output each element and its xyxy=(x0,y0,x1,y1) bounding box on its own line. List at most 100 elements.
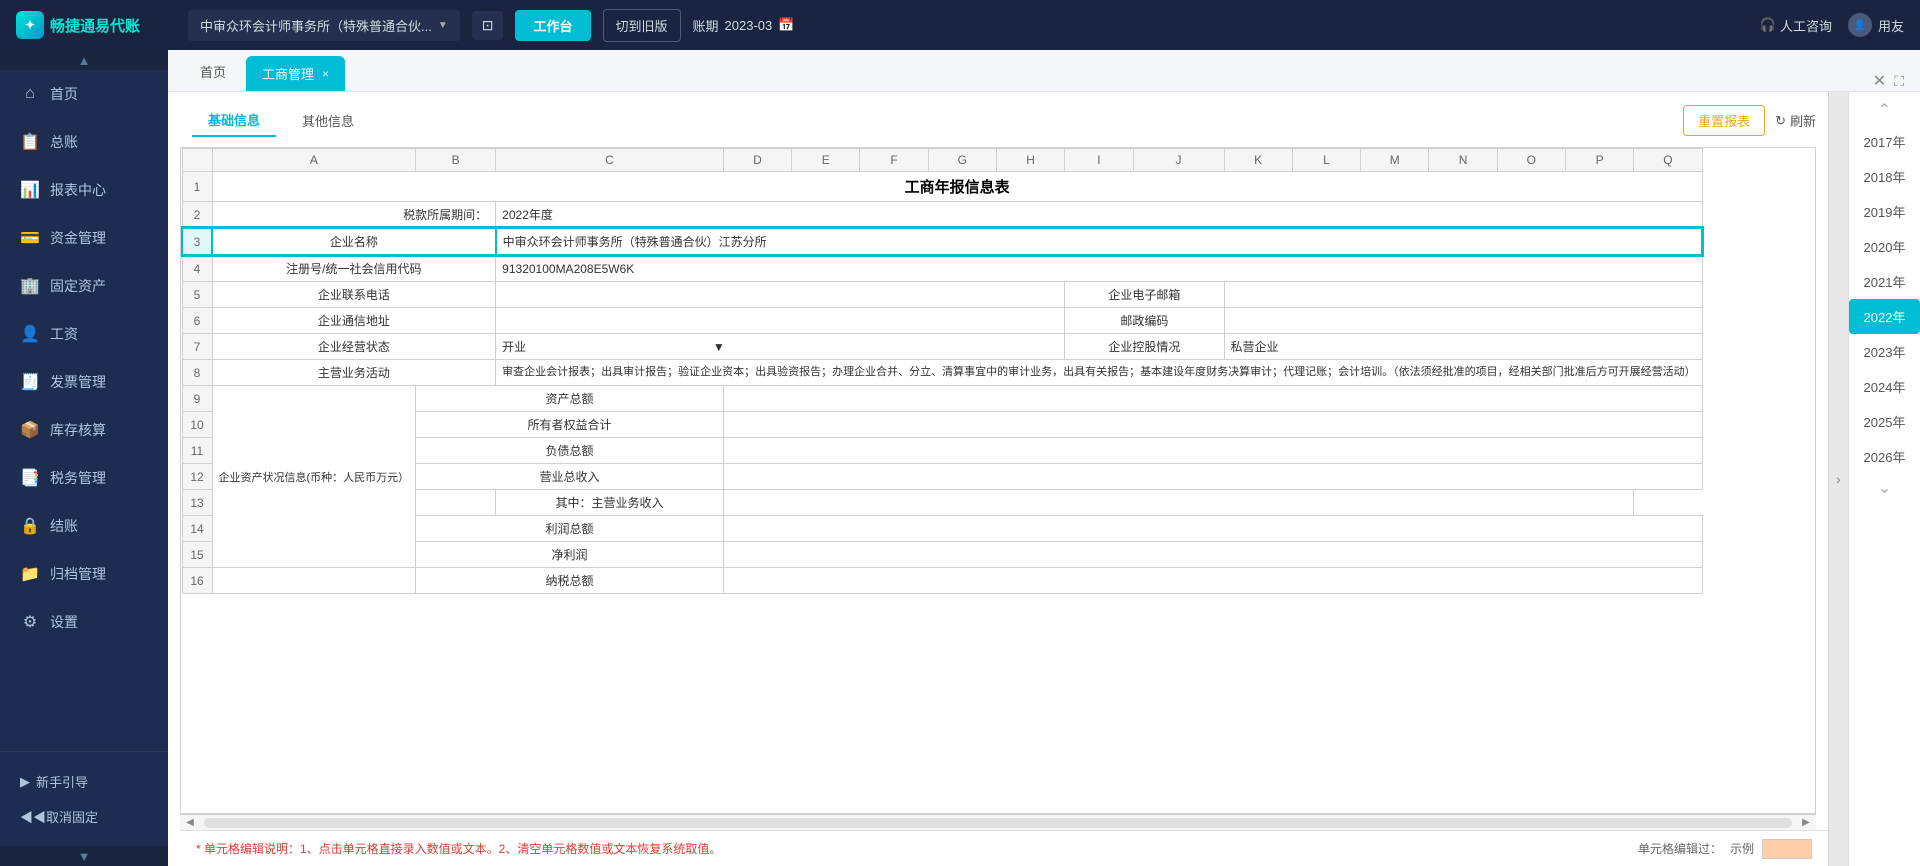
sidebar-item-home[interactable]: ⌂ 首页 xyxy=(0,70,168,118)
consultant-button[interactable]: 🎧 人工咨询 xyxy=(1760,16,1832,35)
total-profit-value[interactable] xyxy=(723,516,1702,542)
sidebar-item-invoice[interactable]: 🧾 发票管理 xyxy=(0,358,168,406)
col-header-l[interactable]: L xyxy=(1292,149,1360,172)
total-revenue-value[interactable] xyxy=(723,464,1702,490)
spreadsheet-title[interactable]: 工商年报信息表 xyxy=(212,172,1702,202)
tab-active[interactable]: 工商管理 × xyxy=(246,56,345,91)
phone-value[interactable] xyxy=(496,282,1065,308)
chevron-down-icon: ▼ xyxy=(438,20,448,31)
spreadsheet[interactable]: A B C D E F G H I J K L xyxy=(180,147,1816,814)
new-user-guide-button[interactable]: ▶ 新手引导 xyxy=(16,764,152,799)
year-item-2020[interactable]: 2020年 xyxy=(1849,229,1920,264)
col-header-d[interactable]: D xyxy=(723,149,791,172)
inventory-icon: 📦 xyxy=(20,420,40,440)
workbench-button[interactable]: 工作台 xyxy=(515,10,590,41)
sidebar-item-settings[interactable]: ⚙ 设置 xyxy=(0,598,168,646)
total-assets-label: 资产总额 xyxy=(416,386,724,412)
net-profit-value[interactable] xyxy=(723,542,1702,568)
calendar-icon[interactable]: 📅 xyxy=(778,17,794,33)
sidebar-item-inventory[interactable]: 📦 库存核算 xyxy=(0,406,168,454)
sidebar-item-archive[interactable]: 📁 归档管理 xyxy=(0,550,168,598)
window-close-icon[interactable]: ✕ xyxy=(1873,71,1886,91)
sidebar-scroll-up[interactable]: ▲ xyxy=(0,50,168,70)
horizontal-scrollbar[interactable]: ◀ ▶ xyxy=(180,814,1816,830)
hscroll-track[interactable] xyxy=(204,818,1792,828)
user-info[interactable]: 👤 用友 xyxy=(1848,13,1904,37)
refresh-label: 刷新 xyxy=(1790,111,1816,130)
col-header-p[interactable]: P xyxy=(1565,149,1633,172)
hscroll-left-arrow[interactable]: ◀ xyxy=(180,817,200,828)
col-header-a[interactable]: A xyxy=(212,149,416,172)
total-assets-value[interactable] xyxy=(723,386,1702,412)
reset-report-button[interactable]: 重置报表 xyxy=(1683,105,1765,136)
hscroll-right-arrow[interactable]: ▶ xyxy=(1796,817,1816,828)
biz-status-value[interactable]: 开业 ▼ xyxy=(496,334,1065,360)
collapse-button[interactable]: › xyxy=(1828,92,1848,866)
year-item-2026[interactable]: 2026年 xyxy=(1849,439,1920,474)
year-item-2018[interactable]: 2018年 xyxy=(1849,159,1920,194)
tab-basic-info[interactable]: 基础信息 xyxy=(192,104,276,137)
postal-label: 邮政编码 xyxy=(1065,308,1224,334)
col-header-h[interactable]: H xyxy=(996,149,1064,172)
year-item-2017[interactable]: 2017年 xyxy=(1849,124,1920,159)
sidebar-bottom: ▶ 新手引导 ◀◀取消固定 xyxy=(0,751,168,846)
row-num-2: 2 xyxy=(182,202,212,229)
sidebar-item-assets[interactable]: 🏢 固定资产 xyxy=(0,262,168,310)
main-revenue-value[interactable] xyxy=(723,490,1633,516)
row-num-15: 15 xyxy=(182,542,212,568)
year-panel: ⌃ 2017年 2018年 2019年 2020年 2021年 2022年 20… xyxy=(1848,92,1920,866)
email-value[interactable] xyxy=(1224,282,1702,308)
year-item-2021[interactable]: 2021年 xyxy=(1849,264,1920,299)
col-header-n[interactable]: N xyxy=(1429,149,1497,172)
sidebar-scroll-down[interactable]: ▼ xyxy=(0,846,168,866)
sidebar-label-closing: 结账 xyxy=(50,516,78,536)
old-version-button[interactable]: 切到旧版 xyxy=(603,9,681,42)
col-header-m[interactable]: M xyxy=(1361,149,1429,172)
main-biz-value[interactable]: 审查企业会计报表；出具审计报告；验证企业资本；出具验资报告；办理企业合并、分立、… xyxy=(496,360,1703,386)
shareholding-value[interactable]: 私营企业 xyxy=(1224,334,1702,360)
year-nav-up[interactable]: ⌃ xyxy=(1874,96,1895,124)
year-item-2019[interactable]: 2019年 xyxy=(1849,194,1920,229)
address-value[interactable] xyxy=(496,308,1065,334)
period-label: 账期 xyxy=(693,16,719,35)
tab-other-info[interactable]: 其他信息 xyxy=(286,105,370,136)
col-header-c[interactable]: C xyxy=(496,149,724,172)
company-name-value[interactable]: 中审众环会计师事务所（特殊普通合伙）江苏分所 xyxy=(496,228,1703,255)
owner-equity-value[interactable] xyxy=(723,412,1702,438)
liabilities-value[interactable] xyxy=(723,438,1702,464)
sidebar-label-tax: 税务管理 xyxy=(50,468,106,488)
company-selector[interactable]: 中审众环会计师事务所（特殊普通合伙... ▼ xyxy=(188,10,460,41)
sidebar-item-tax[interactable]: 📑 税务管理 xyxy=(0,454,168,502)
reg-code-value[interactable]: 91320100MA208E5W6K xyxy=(496,255,1703,282)
year-item-2025[interactable]: 2025年 xyxy=(1849,404,1920,439)
tab-close-icon[interactable]: × xyxy=(322,67,329,81)
total-tax-value[interactable] xyxy=(723,568,1702,594)
year-item-2024[interactable]: 2024年 xyxy=(1849,369,1920,404)
col-header-f[interactable]: F xyxy=(860,149,928,172)
col-header-o[interactable]: O xyxy=(1497,149,1565,172)
sidebar-item-report[interactable]: 📊 报表中心 xyxy=(0,166,168,214)
postal-value[interactable] xyxy=(1224,308,1702,334)
col-header-b[interactable]: B xyxy=(416,149,496,172)
unpin-button[interactable]: ◀◀取消固定 xyxy=(16,799,152,834)
row-num-5: 5 xyxy=(182,282,212,308)
year-item-2023[interactable]: 2023年 xyxy=(1849,334,1920,369)
year-nav-down[interactable]: ⌄ xyxy=(1874,474,1895,502)
sidebar-item-ledger[interactable]: 📋 总账 xyxy=(0,118,168,166)
sidebar-item-closing[interactable]: 🔒 结账 xyxy=(0,502,168,550)
col-header-g[interactable]: G xyxy=(928,149,996,172)
sidebar-item-finance[interactable]: 💳 资金管理 xyxy=(0,214,168,262)
col-header-e[interactable]: E xyxy=(792,149,860,172)
refresh-button[interactable]: ↻ 刷新 xyxy=(1775,111,1816,130)
col-header-i[interactable]: I xyxy=(1065,149,1133,172)
tab-home[interactable]: 首页 xyxy=(184,54,242,91)
col-header-j[interactable]: J xyxy=(1133,149,1224,172)
col-header-k[interactable]: K xyxy=(1224,149,1292,172)
row-num-10: 10 xyxy=(182,412,212,438)
copy-button[interactable]: ⊡ xyxy=(472,11,504,40)
col-header-q[interactable]: Q xyxy=(1634,149,1702,172)
window-expand-icon[interactable]: ⛶ xyxy=(1894,73,1904,90)
year-item-2022[interactable]: 2022年 xyxy=(1849,299,1920,334)
tax-period-value[interactable]: 2022年度 xyxy=(496,202,1703,229)
sidebar-item-salary[interactable]: 👤 工资 xyxy=(0,310,168,358)
